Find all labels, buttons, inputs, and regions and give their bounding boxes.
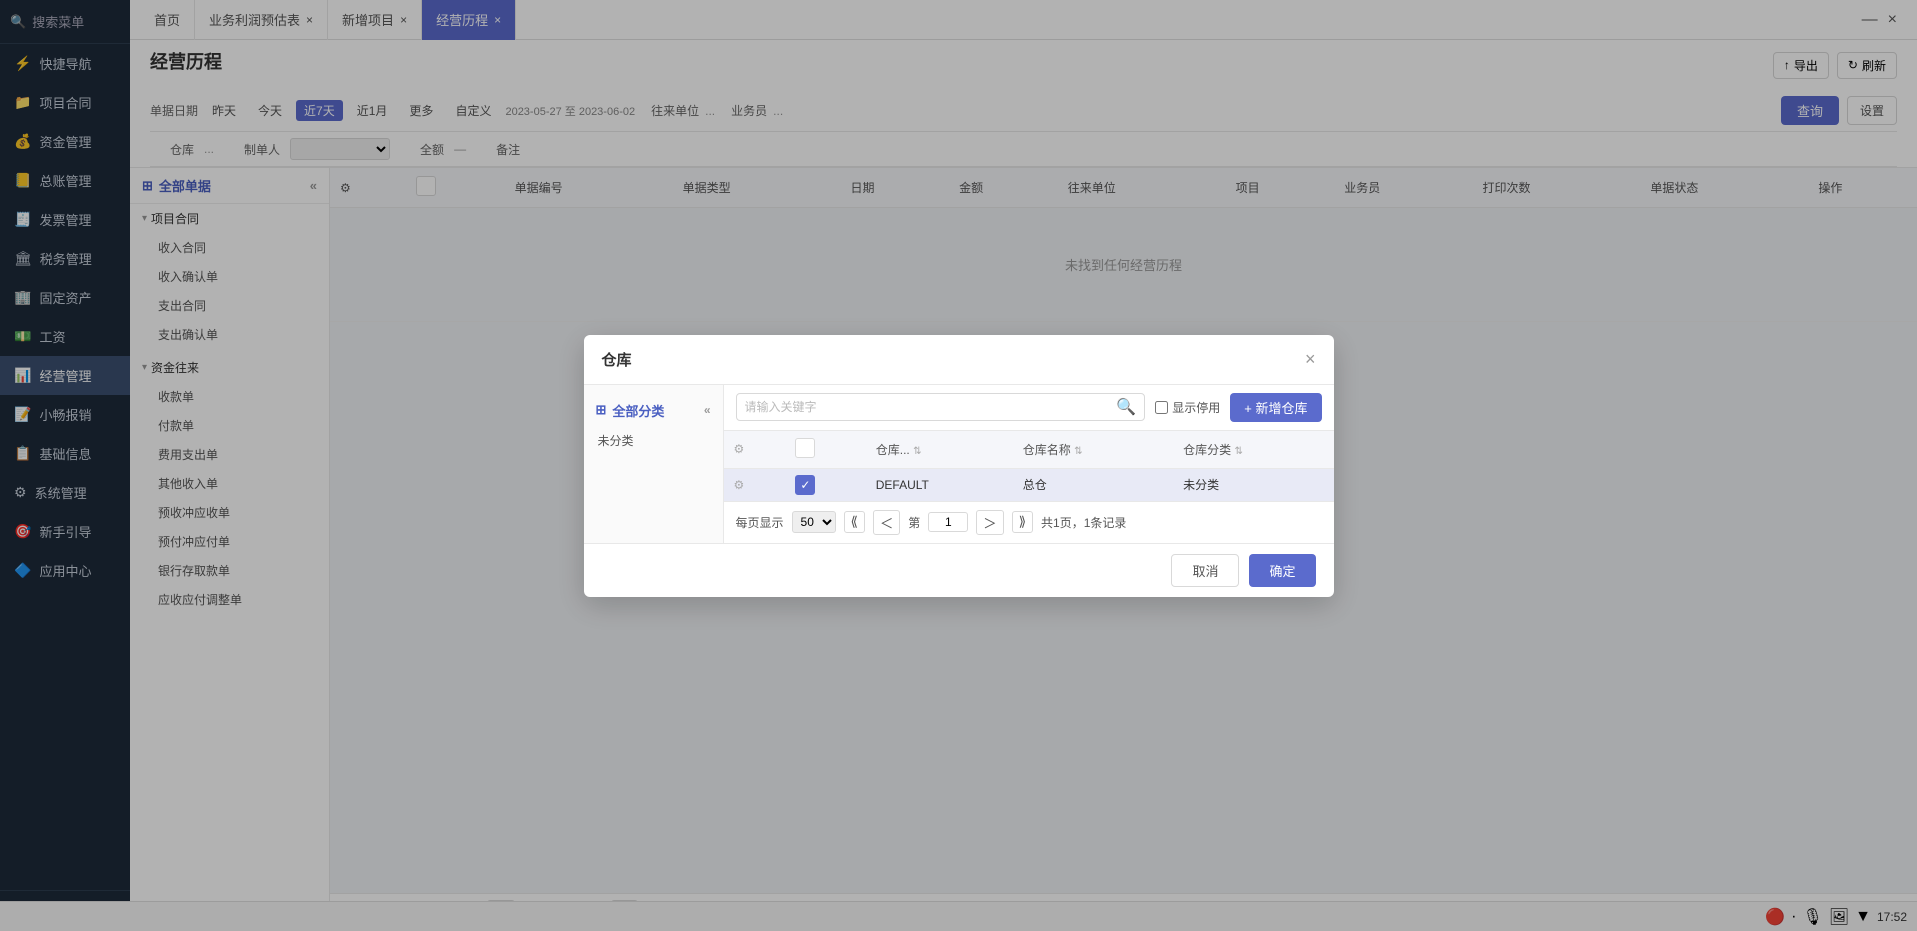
- modal-category-uncategorized[interactable]: 未分类: [584, 426, 723, 455]
- col-category-sort-icon: ⇅: [1234, 446, 1242, 457]
- modal-col-name: 仓库名称 ⇅: [1013, 431, 1173, 469]
- add-warehouse-button[interactable]: + 新增仓库: [1230, 393, 1321, 422]
- modal-page-label: 第: [908, 514, 920, 531]
- modal-search-box: 🔍: [736, 393, 1146, 421]
- warehouse-modal: 仓库 × ⊞ 全部分类 « 未分类: [584, 335, 1334, 597]
- modal-col-category: 仓库分类 ⇅: [1173, 431, 1333, 469]
- modal-gear-icon: ⚙: [734, 442, 745, 456]
- modal-close-button[interactable]: ×: [1305, 349, 1316, 370]
- modal-per-page-select[interactable]: 50: [792, 511, 836, 533]
- row-checkbox[interactable]: ✓: [795, 475, 815, 495]
- modal-actions: 取消 确定: [584, 543, 1334, 597]
- modal-col-checkbox[interactable]: [785, 431, 865, 469]
- modal-table-container: ⚙ 仓库... ⇅ 仓库名称: [724, 431, 1334, 501]
- row-gear-cell: ⚙: [724, 468, 786, 501]
- modal-panel-toggle[interactable]: «: [704, 403, 711, 417]
- modal-search-icon: 🔍: [1116, 397, 1136, 417]
- modal-first-btn[interactable]: ⟪: [844, 511, 865, 533]
- row-checkbox-cell[interactable]: ✓: [785, 468, 865, 501]
- modal-header-checkbox[interactable]: [795, 438, 815, 458]
- modal-left-header: ⊞ 全部分类 «: [584, 395, 723, 426]
- modal-toolbar: 🔍 显示停用 + 新增仓库: [724, 385, 1334, 431]
- table-row[interactable]: ⚙ ✓ DEFAULT 总仓 未分类: [724, 468, 1334, 501]
- col-name-sort-icon: ⇅: [1074, 446, 1082, 457]
- modal-title: 仓库: [602, 349, 632, 370]
- modal-header: 仓库 ×: [584, 335, 1334, 385]
- modal-right-panel: 🔍 显示停用 + 新增仓库 ⚙: [724, 385, 1334, 543]
- modal-confirm-button[interactable]: 确定: [1249, 554, 1315, 587]
- modal-prev-btn[interactable]: ＜: [873, 510, 900, 535]
- show-disabled-group: 显示停用: [1155, 399, 1220, 416]
- modal-grid-icon: ⊞: [596, 402, 607, 418]
- modal-last-btn[interactable]: ⟫: [1012, 511, 1033, 533]
- modal-data-table: ⚙ 仓库... ⇅ 仓库名称: [724, 431, 1334, 501]
- show-disabled-checkbox[interactable]: [1155, 401, 1168, 414]
- modal-cancel-button[interactable]: 取消: [1171, 554, 1239, 587]
- modal-next-btn[interactable]: ＞: [976, 510, 1003, 535]
- modal-page-input[interactable]: [928, 512, 968, 532]
- modal-left-panel: ⊞ 全部分类 « 未分类: [584, 385, 724, 543]
- modal-total-label: 共1页，1条记录: [1041, 514, 1126, 531]
- modal-pagination: 每页显示 50 ⟪ ＜ 第 ＞ ⟫ 共1页，1条记录: [724, 501, 1334, 543]
- row-gear-icon: ⚙: [734, 478, 745, 492]
- modal-overlay: 仓库 × ⊞ 全部分类 « 未分类: [0, 0, 1917, 931]
- row-code: DEFAULT: [866, 468, 1013, 501]
- row-name: 总仓: [1013, 468, 1173, 501]
- modal-body: ⊞ 全部分类 « 未分类 🔍 显示停用: [584, 385, 1334, 543]
- col-code-sort-icon: ⇅: [913, 446, 921, 457]
- modal-per-page-label: 每页显示: [736, 514, 784, 531]
- modal-col-code: 仓库... ⇅: [866, 431, 1013, 469]
- modal-col-gear[interactable]: ⚙: [724, 431, 786, 469]
- row-category: 未分类: [1173, 468, 1333, 501]
- modal-search-input[interactable]: [745, 400, 1112, 414]
